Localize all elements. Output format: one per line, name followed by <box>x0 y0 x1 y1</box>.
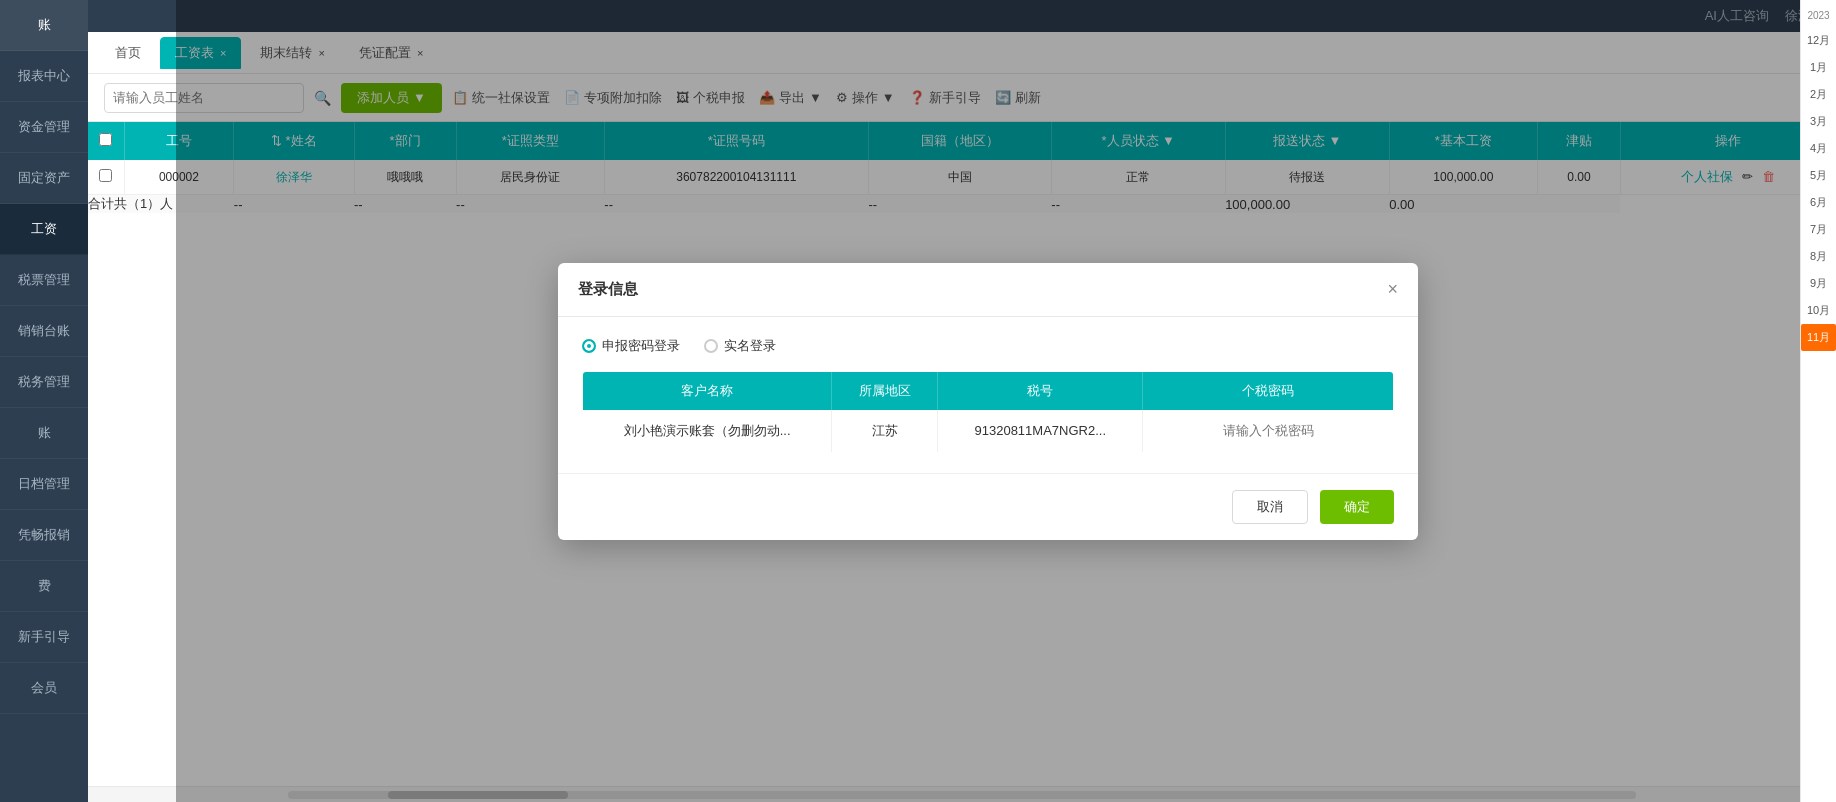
sidebar-item-taxadmin[interactable]: 税务管理 <box>0 357 88 408</box>
cell-password[interactable] <box>1143 410 1394 453</box>
select-all-header[interactable] <box>88 122 124 160</box>
radio-password-label: 申报密码登录 <box>602 337 680 355</box>
confirm-button[interactable]: 确定 <box>1320 490 1394 524</box>
radio-password-circle <box>582 339 596 353</box>
sidebar-item-taxmgmt[interactable]: 税票管理 <box>0 255 88 306</box>
month-3[interactable]: 3月 <box>1801 108 1836 135</box>
sidebar-item-fund[interactable]: 资金管理 <box>0 102 88 153</box>
cell-customer: 刘小艳演示账套（勿删勿动... <box>583 410 832 453</box>
cancel-button[interactable]: 取消 <box>1232 490 1308 524</box>
modal-close-button[interactable]: × <box>1387 279 1398 300</box>
sidebar-item-ledger[interactable]: 账 <box>0 408 88 459</box>
login-data-row: 刘小艳演示账套（勿删勿动... 江苏 91320811MA7NGR2... <box>583 410 1394 453</box>
right-sidebar: 2023 12月 1月 2月 3月 4月 5月 6月 7月 8月 9月 10月 … <box>1800 0 1836 802</box>
year-label: 2023 <box>1801 4 1836 27</box>
cell-taxno: 91320811MA7NGR2... <box>938 410 1143 453</box>
month-11[interactable]: 11月 <box>1801 324 1836 351</box>
month-2[interactable]: 2月 <box>1801 81 1836 108</box>
month-1[interactable]: 1月 <box>1801 54 1836 81</box>
modal-title: 登录信息 <box>578 280 638 299</box>
tab-home[interactable]: 首页 <box>100 37 156 69</box>
sidebar-item-sales[interactable]: 销销台账 <box>0 306 88 357</box>
sidebar-item-member[interactable]: 会员 <box>0 663 88 714</box>
login-data-table: 客户名称 所属地区 税号 个税密码 刘小艳演示账套（勿删勿动... 江苏 913… <box>582 371 1394 453</box>
col-region: 所属地区 <box>832 371 938 410</box>
month-5[interactable]: 5月 <box>1801 162 1836 189</box>
month-10[interactable]: 10月 <box>1801 297 1836 324</box>
month-8[interactable]: 8月 <box>1801 243 1836 270</box>
radio-realname-login[interactable]: 实名登录 <box>704 337 776 355</box>
month-4[interactable]: 4月 <box>1801 135 1836 162</box>
sidebar-item-guide[interactable]: 新手引导 <box>0 612 88 663</box>
sidebar-item-file[interactable]: 日档管理 <box>0 459 88 510</box>
month-6[interactable]: 6月 <box>1801 189 1836 216</box>
login-info-modal: 登录信息 × 申报密码登录 实名登录 <box>558 263 1418 540</box>
sidebar-item-assets[interactable]: 固定资产 <box>0 153 88 204</box>
month-7[interactable]: 7月 <box>1801 216 1836 243</box>
password-input[interactable] <box>1159 423 1377 438</box>
sidebar-item-account[interactable]: 账 <box>0 0 88 51</box>
sidebar-item-report[interactable]: 报表中心 <box>0 51 88 102</box>
sidebar-item-expense[interactable]: 凭畅报销 <box>0 510 88 561</box>
modal-body: 申报密码登录 实名登录 客户名称 所属地区 税号 个税密码 <box>558 317 1418 473</box>
month-9[interactable]: 9月 <box>1801 270 1836 297</box>
radio-realname-label: 实名登录 <box>724 337 776 355</box>
sidebar-item-salary[interactable]: 工资 <box>0 204 88 255</box>
month-12[interactable]: 12月 <box>1801 27 1836 54</box>
col-customer: 客户名称 <box>583 371 832 410</box>
main-area: AI人工咨询 徐泽华 首页 工资表 × 期末结转 × 凭证配置 × × 🔍 添加… <box>88 0 1836 802</box>
radio-realname-circle <box>704 339 718 353</box>
col-taxno: 税号 <box>938 371 1143 410</box>
modal-header: 登录信息 × <box>558 263 1418 317</box>
row-checkbox-cell[interactable] <box>88 160 124 195</box>
select-all-checkbox[interactable] <box>99 133 112 146</box>
col-password: 个税密码 <box>1143 371 1394 410</box>
cell-region: 江苏 <box>832 410 938 453</box>
row-checkbox[interactable] <box>99 169 112 182</box>
tab-home-label: 首页 <box>115 44 141 62</box>
modal-footer: 取消 确定 <box>558 473 1418 540</box>
radio-password-login[interactable]: 申报密码登录 <box>582 337 680 355</box>
sidebar-item-fee[interactable]: 费 <box>0 561 88 612</box>
modal-overlay: 登录信息 × 申报密码登录 实名登录 <box>176 0 1800 802</box>
sidebar: 账 报表中心 资金管理 固定资产 工资 税票管理 销销台账 税务管理 账 日档管… <box>0 0 88 802</box>
radio-group: 申报密码登录 实名登录 <box>582 337 1394 355</box>
